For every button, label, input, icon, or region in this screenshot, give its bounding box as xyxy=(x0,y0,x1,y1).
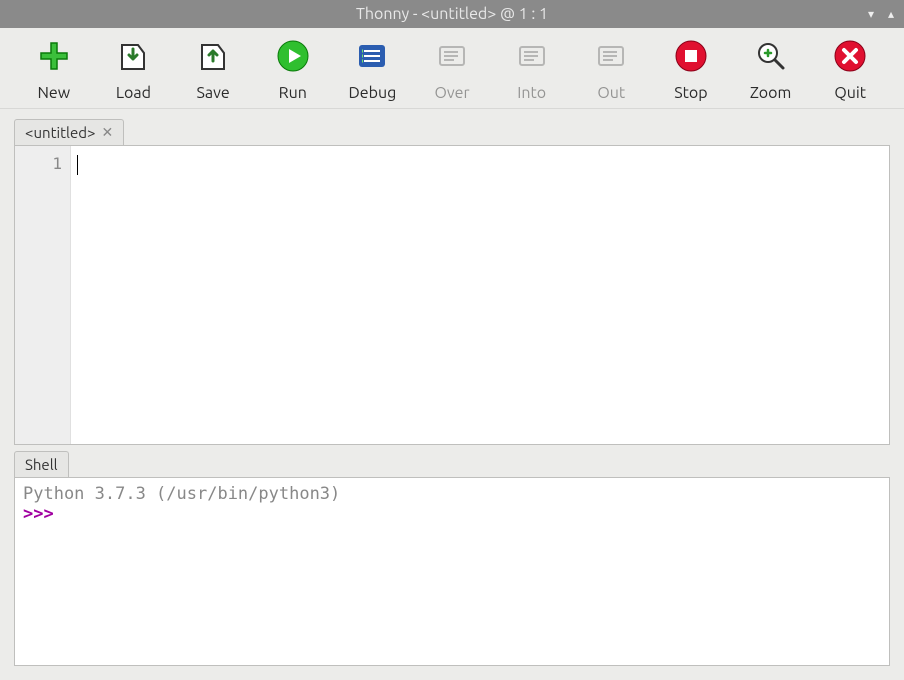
save-label: Save xyxy=(196,84,229,102)
text-cursor xyxy=(77,155,78,175)
into-icon xyxy=(514,38,550,74)
new-icon xyxy=(36,38,72,74)
editor-tab-label: <untitled> xyxy=(25,124,95,141)
debug-button[interactable]: Debug xyxy=(333,38,413,102)
editor-tabstrip: <untitled> ✕ xyxy=(0,119,904,145)
out-icon xyxy=(593,38,629,74)
quit-button[interactable]: Quit xyxy=(810,38,890,102)
line-gutter: 1 xyxy=(15,146,71,444)
window-minimize-icon[interactable]: ▾ xyxy=(868,7,874,21)
line-number: 1 xyxy=(15,154,62,173)
out-label: Out xyxy=(597,84,625,102)
shell-panel[interactable]: Python 3.7.3 (/usr/bin/python3) >>> xyxy=(14,477,890,666)
over-button: Over xyxy=(412,38,492,102)
toolbar: New Load Save Run Debug Over Into Out Stop Zoom Qu… xyxy=(0,28,904,109)
new-button[interactable]: New xyxy=(14,38,94,102)
shell-tabstrip: Shell xyxy=(0,451,904,477)
code-editor[interactable]: 1 xyxy=(14,145,890,445)
new-label: New xyxy=(37,84,70,102)
quit-icon xyxy=(832,38,868,74)
into-button: Into xyxy=(492,38,572,102)
window-maximize-icon[interactable]: ▴ xyxy=(888,7,894,21)
quit-label: Quit xyxy=(834,84,866,102)
run-icon xyxy=(275,38,311,74)
shell-prompt: >>> xyxy=(23,504,54,524)
shell-tab[interactable]: Shell xyxy=(14,451,69,477)
load-icon xyxy=(115,38,151,74)
close-icon[interactable]: ✕ xyxy=(101,124,113,141)
over-icon xyxy=(434,38,470,74)
load-label: Load xyxy=(116,84,151,102)
titlebar: Thonny - <untitled> @ 1 : 1 ▾ ▴ xyxy=(0,0,904,28)
save-icon xyxy=(195,38,231,74)
run-button[interactable]: Run xyxy=(253,38,333,102)
out-button: Out xyxy=(571,38,651,102)
python-version-line: Python 3.7.3 (/usr/bin/python3) xyxy=(23,484,881,504)
save-button[interactable]: Save xyxy=(173,38,253,102)
editor-tab-untitled[interactable]: <untitled> ✕ xyxy=(14,119,124,145)
into-label: Into xyxy=(517,84,546,102)
debug-icon xyxy=(354,38,390,74)
stop-label: Stop xyxy=(674,84,707,102)
zoom-icon xyxy=(753,38,789,74)
stop-icon xyxy=(673,38,709,74)
zoom-label: Zoom xyxy=(750,84,791,102)
stop-button[interactable]: Stop xyxy=(651,38,731,102)
window-title: Thonny - <untitled> @ 1 : 1 xyxy=(356,5,548,23)
debug-label: Debug xyxy=(348,84,396,102)
shell-tab-label: Shell xyxy=(25,456,58,473)
run-label: Run xyxy=(279,84,307,102)
over-label: Over xyxy=(434,84,469,102)
code-area[interactable] xyxy=(71,146,889,444)
load-button[interactable]: Load xyxy=(94,38,174,102)
zoom-button[interactable]: Zoom xyxy=(731,38,811,102)
